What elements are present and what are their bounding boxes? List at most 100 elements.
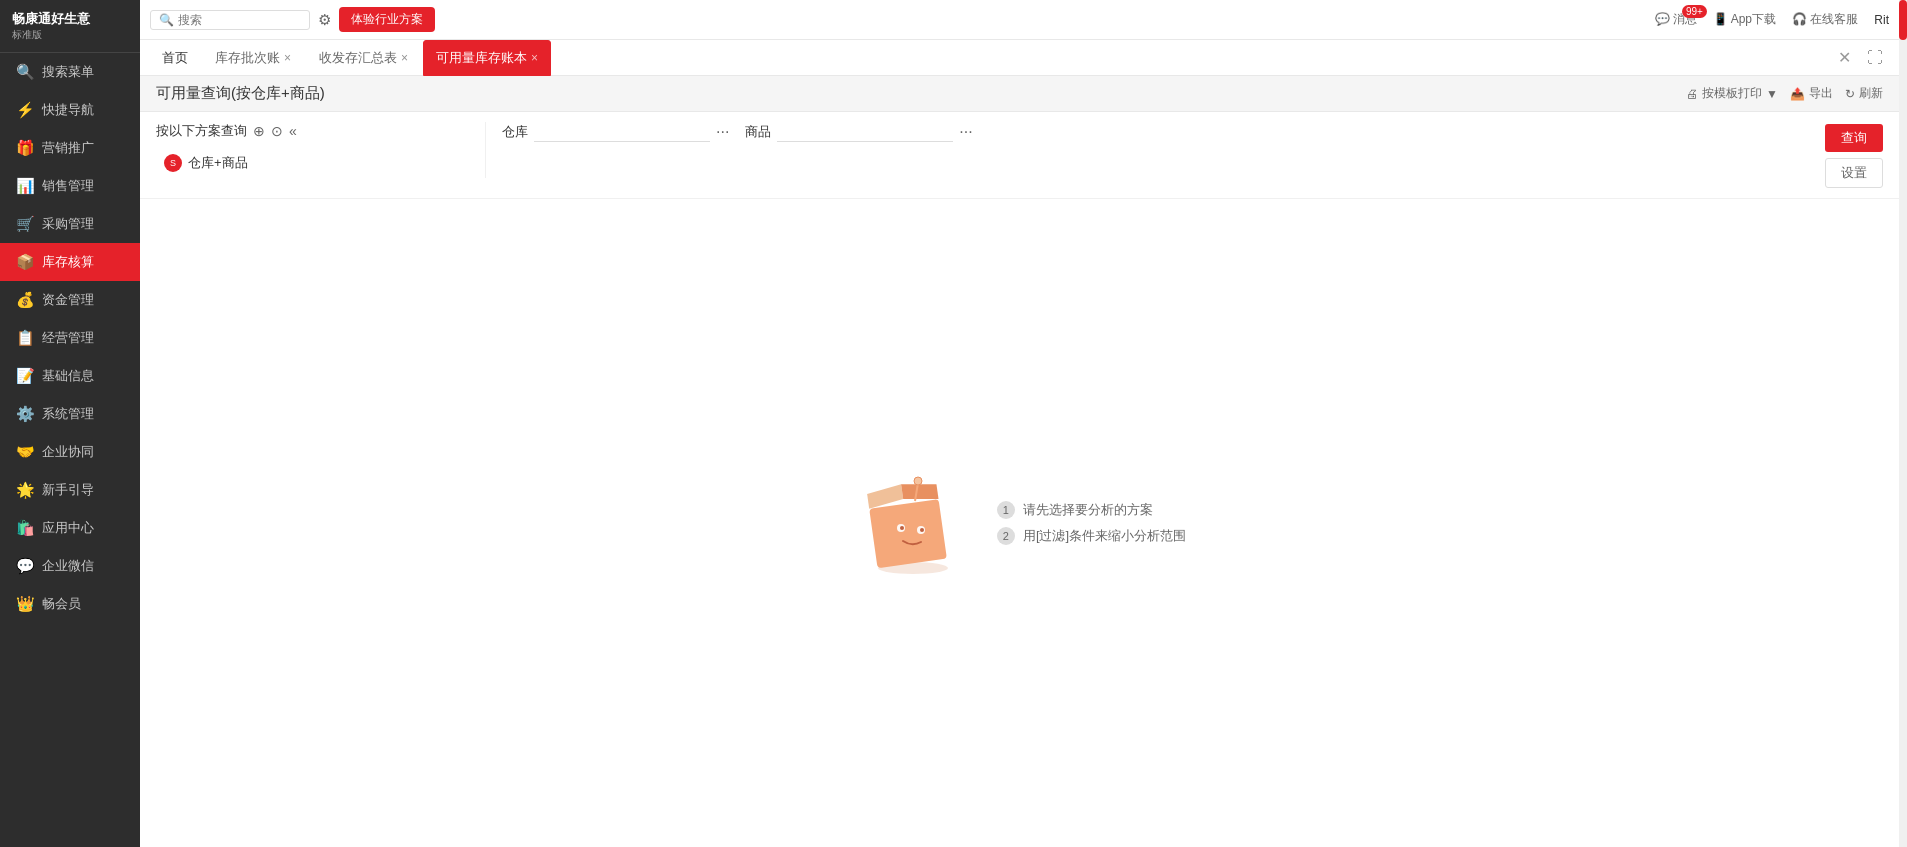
sidebar-item-wechat[interactable]: 💬企业微信 bbox=[0, 547, 140, 585]
sidebar-item-search[interactable]: 🔍搜索菜单 bbox=[0, 53, 140, 91]
sidebar-item-label: 基础信息 bbox=[42, 367, 94, 385]
sidebar-menu: 🔍搜索菜单⚡快捷导航🎁营销推广📊销售管理 🛒 采购管理 📦库存核算 💰 资金管理 📋 经营管理… bbox=[0, 53, 140, 847]
empty-illustration bbox=[853, 463, 973, 583]
headset-icon: 🎧 bbox=[1792, 12, 1807, 26]
tab-home[interactable]: 首页 bbox=[150, 40, 200, 76]
sidebar-item-label: 畅会员 bbox=[42, 595, 81, 613]
tab-available-ledger-label: 可用量库存账本 bbox=[436, 49, 527, 67]
tab-available-ledger[interactable]: 可用量库存账本 × bbox=[423, 40, 551, 76]
refresh-btn[interactable]: ↻ 刷新 bbox=[1845, 85, 1883, 102]
export-icon: 📤 bbox=[1790, 87, 1805, 101]
warehouse-filter-label: 仓库 bbox=[502, 123, 528, 141]
content-area: 按以下方案查询 ⊕ ⊙ « S 仓库+商品 仓库 ··· 商品 bbox=[140, 112, 1899, 847]
sidebar-item-label: 资金管理 bbox=[42, 291, 94, 309]
online-service-btn[interactable]: 🎧 在线客服 bbox=[1792, 11, 1858, 28]
sidebar-item-basic[interactable]: 📝 基础信息 bbox=[0, 357, 140, 395]
scheme-header-label: 按以下方案查询 bbox=[156, 122, 247, 140]
print-label: 按模板打印 bbox=[1702, 85, 1762, 102]
tab-receive-summary[interactable]: 收发存汇总表 × bbox=[306, 40, 421, 76]
sidebar-item-finance[interactable]: 💰 资金管理 bbox=[0, 281, 140, 319]
message-btn[interactable]: 💬 消息 99+ bbox=[1655, 11, 1697, 28]
finance-icon: 💰 bbox=[16, 291, 34, 309]
sidebar-item-quick-nav[interactable]: ⚡快捷导航 bbox=[0, 91, 140, 129]
settings-btn[interactable]: 设置 bbox=[1825, 158, 1883, 188]
user-menu[interactable]: Rit bbox=[1874, 13, 1889, 27]
sidebar-item-sales[interactable]: 📊销售管理 bbox=[0, 167, 140, 205]
member-icon: 👑 bbox=[16, 595, 34, 613]
page-header-actions: 🖨 按模板打印 ▼ 📤 导出 ↻ 刷新 bbox=[1686, 85, 1883, 102]
industry-btn[interactable]: 体验行业方案 bbox=[339, 7, 435, 32]
newbie-icon: 🌟 bbox=[16, 481, 34, 499]
topbar-right: 💬 消息 99+ 📱 App下载 🎧 在线客服 Rit bbox=[1655, 11, 1889, 28]
refresh-icon: ↻ bbox=[1845, 87, 1855, 101]
sidebar-item-label: 采购管理 bbox=[42, 215, 94, 233]
query-bar: 按以下方案查询 ⊕ ⊙ « S 仓库+商品 仓库 ··· 商品 bbox=[140, 112, 1899, 199]
filter-area: 仓库 ··· 商品 ··· bbox=[502, 122, 1809, 142]
page-header: 可用量查询(按仓库+商品) 🖨 按模板打印 ▼ 📤 导出 ↻ 刷新 bbox=[140, 76, 1899, 112]
tip-num-1: 1 bbox=[997, 501, 1015, 519]
app-center-icon: 🛍️ bbox=[16, 519, 34, 537]
scheme-item-warehouse-product[interactable]: S 仓库+商品 bbox=[156, 148, 475, 178]
product-filter-group: 商品 ··· bbox=[745, 122, 972, 142]
main-area: 🔍 ⚙ 体验行业方案 💬 消息 99+ 📱 App下载 🎧 在线客服 Rit bbox=[140, 0, 1899, 847]
gear-icon[interactable]: ⚙ bbox=[318, 11, 331, 29]
product-filter-label: 商品 bbox=[745, 123, 771, 141]
svg-point-6 bbox=[900, 526, 904, 530]
sidebar-item-enterprise[interactable]: 🤝 企业协同 bbox=[0, 433, 140, 471]
basic-icon: 📝 bbox=[16, 367, 34, 385]
inventory-icon: 📦 bbox=[16, 253, 34, 271]
sidebar-item-label: 新手引导 bbox=[42, 481, 94, 499]
sidebar-item-system[interactable]: ⚙️系统管理 bbox=[0, 395, 140, 433]
sidebar-item-label: 应用中心 bbox=[42, 519, 94, 537]
sidebar-item-app-center[interactable]: 🛍️ 应用中心 bbox=[0, 509, 140, 547]
query-btn[interactable]: 查询 bbox=[1825, 124, 1883, 152]
page-title: 可用量查询(按仓库+商品) bbox=[156, 84, 325, 103]
app-download-btn[interactable]: 📱 App下载 bbox=[1713, 11, 1776, 28]
expand-btn[interactable]: ⛶ bbox=[1861, 47, 1889, 69]
svg-rect-1 bbox=[869, 499, 947, 568]
warehouse-more-btn[interactable]: ··· bbox=[716, 123, 729, 141]
enterprise-icon: 🤝 bbox=[16, 443, 34, 461]
product-filter-input[interactable] bbox=[777, 122, 953, 142]
sidebar-item-newbie[interactable]: 🌟 新手引导 bbox=[0, 471, 140, 509]
sidebar-item-label: 经营管理 bbox=[42, 329, 94, 347]
close-tab-btn[interactable]: ✕ bbox=[1832, 46, 1857, 69]
refresh-label: 刷新 bbox=[1859, 85, 1883, 102]
warehouse-filter-input[interactable] bbox=[534, 122, 710, 142]
print-btn[interactable]: 🖨 按模板打印 ▼ bbox=[1686, 85, 1778, 102]
settings-scheme-btn[interactable]: ⊙ bbox=[271, 123, 283, 139]
purchase-icon: 🛒 bbox=[16, 215, 34, 233]
product-more-btn[interactable]: ··· bbox=[959, 123, 972, 141]
svg-point-7 bbox=[920, 528, 924, 532]
tabs-right-controls: ✕ ⛶ bbox=[1832, 46, 1889, 69]
sidebar-item-label: 搜索菜单 bbox=[42, 63, 94, 81]
export-btn[interactable]: 📤 导出 bbox=[1790, 85, 1833, 102]
tab-receive-summary-close[interactable]: × bbox=[401, 51, 408, 65]
tab-batch-ledger-close[interactable]: × bbox=[284, 51, 291, 65]
collapse-scheme-btn[interactable]: « bbox=[289, 123, 297, 139]
right-scrollbar[interactable] bbox=[1899, 0, 1907, 847]
search-input[interactable] bbox=[178, 13, 288, 27]
svg-point-9 bbox=[914, 477, 922, 485]
wechat-icon: 💬 bbox=[16, 557, 34, 575]
topbar-search-box[interactable]: 🔍 bbox=[150, 10, 310, 30]
print-dropdown-icon[interactable]: ▼ bbox=[1766, 87, 1778, 101]
tab-bar: 首页 库存批次账 × 收发存汇总表 × 可用量库存账本 × ✕ ⛶ bbox=[140, 40, 1899, 76]
system-icon: ⚙️ bbox=[16, 405, 34, 423]
sidebar-item-operations[interactable]: 📋 经营管理 bbox=[0, 319, 140, 357]
operations-icon: 📋 bbox=[16, 329, 34, 347]
tab-available-ledger-close[interactable]: × bbox=[531, 51, 538, 65]
sidebar-item-purchase[interactable]: 🛒 采购管理 bbox=[0, 205, 140, 243]
add-scheme-btn[interactable]: ⊕ bbox=[253, 123, 265, 139]
sidebar-item-label: 企业协同 bbox=[42, 443, 94, 461]
tab-home-label: 首页 bbox=[162, 49, 188, 67]
sidebar-item-label: 营销推广 bbox=[42, 139, 94, 157]
service-label: 在线客服 bbox=[1810, 12, 1858, 26]
tab-batch-ledger[interactable]: 库存批次账 × bbox=[202, 40, 304, 76]
tab-receive-summary-label: 收发存汇总表 bbox=[319, 49, 397, 67]
sidebar-item-marketing[interactable]: 🎁营销推广 bbox=[0, 129, 140, 167]
sidebar-item-member[interactable]: 👑 畅会员 bbox=[0, 585, 140, 623]
warehouse-filter-group: 仓库 ··· bbox=[502, 122, 729, 142]
search-icon: 🔍 bbox=[159, 13, 174, 27]
sidebar-item-inventory[interactable]: 📦库存核算 bbox=[0, 243, 140, 281]
